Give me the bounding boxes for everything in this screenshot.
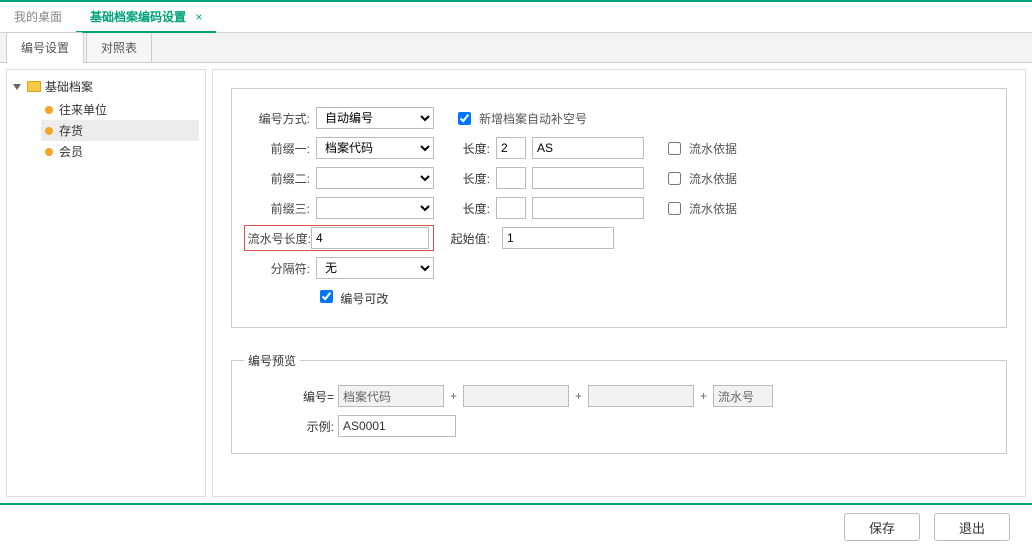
plus-icon: + bbox=[698, 389, 709, 403]
checkbox-flow-basis1[interactable]: 流水依据 bbox=[668, 140, 737, 157]
checkbox-flow-basis1-input[interactable] bbox=[668, 142, 681, 155]
row-prefix1: 前缀一: 档案代码 长度: 流水依据 bbox=[244, 133, 994, 163]
bullet-icon bbox=[45, 106, 53, 114]
checkbox-flow-basis3-input[interactable] bbox=[668, 202, 681, 215]
checkbox-flow-basis2-input[interactable] bbox=[668, 172, 681, 185]
select-prefix1[interactable]: 档案代码 bbox=[316, 137, 434, 159]
subtab-number-settings-label: 编号设置 bbox=[21, 41, 69, 55]
select-prefix2[interactable] bbox=[316, 167, 434, 189]
tree-leaf-inventory[interactable]: 存货 bbox=[41, 120, 199, 141]
preview-label-number: 编号= bbox=[244, 388, 334, 405]
app-tab-encoding-label: 基础档案编码设置 bbox=[90, 10, 186, 24]
input-length3[interactable] bbox=[496, 197, 526, 219]
checkbox-auto-fill[interactable]: 新增档案自动补空号 bbox=[458, 110, 587, 127]
sub-tab-bar: 编号设置 对照表 bbox=[0, 33, 1032, 63]
preview-legend: 编号预览 bbox=[244, 352, 300, 369]
input-length2[interactable] bbox=[496, 167, 526, 189]
main-area: 基础档案 往来单位 存货 会员 编号方式: 自动编号 bbox=[0, 63, 1032, 503]
subtab-number-settings[interactable]: 编号设置 bbox=[6, 32, 84, 62]
select-mode[interactable]: 自动编号 bbox=[316, 107, 434, 129]
chevron-down-icon bbox=[13, 84, 21, 90]
tree-root-label: 基础档案 bbox=[45, 78, 93, 95]
row-editable: 编号可改 bbox=[244, 283, 994, 313]
preview-example bbox=[338, 415, 456, 437]
preview-part3 bbox=[588, 385, 694, 407]
checkbox-flow-basis3-label: 流水依据 bbox=[689, 200, 737, 217]
input-value3[interactable] bbox=[532, 197, 644, 219]
bullet-icon bbox=[45, 127, 53, 135]
input-value2[interactable] bbox=[532, 167, 644, 189]
label-prefix3: 前缀三: bbox=[244, 200, 310, 217]
input-length1[interactable] bbox=[496, 137, 526, 159]
checkbox-editable-label: 编号可改 bbox=[340, 292, 388, 306]
label-initial-value: 起始值: bbox=[446, 230, 490, 247]
input-initial-value[interactable] bbox=[502, 227, 614, 249]
checkbox-editable-input[interactable] bbox=[320, 290, 333, 303]
input-serial-length[interactable] bbox=[311, 227, 429, 249]
checkbox-auto-fill-label: 新增档案自动补空号 bbox=[479, 110, 587, 127]
label-prefix1: 前缀一: bbox=[244, 140, 310, 157]
checkbox-editable[interactable]: 编号可改 bbox=[320, 290, 388, 307]
tree-leaf-label: 会员 bbox=[59, 143, 83, 160]
save-button[interactable]: 保存 bbox=[844, 513, 920, 541]
row-serial-length: 流水号长度: 起始值: bbox=[244, 223, 994, 253]
checkbox-flow-basis2-label: 流水依据 bbox=[689, 170, 737, 187]
preview-label-example: 示例: bbox=[244, 418, 334, 435]
exit-button[interactable]: 退出 bbox=[934, 513, 1010, 541]
row-separator: 分隔符: 无 bbox=[244, 253, 994, 283]
plus-icon: + bbox=[573, 389, 584, 403]
tree-leaf-member[interactable]: 会员 bbox=[41, 141, 199, 162]
label-serial-length: 流水号长度: bbox=[247, 230, 311, 247]
app-tab-bar: 我的桌面 基础档案编码设置 × bbox=[0, 0, 1032, 33]
number-preview: 编号预览 编号= + + + 示例: bbox=[231, 352, 1007, 454]
checkbox-flow-basis2[interactable]: 流水依据 bbox=[668, 170, 737, 187]
bullet-icon bbox=[45, 148, 53, 156]
checkbox-flow-basis1-label: 流水依据 bbox=[689, 140, 737, 157]
plus-icon: + bbox=[448, 389, 459, 403]
row-prefix2: 前缀二: 长度: 流水依据 bbox=[244, 163, 994, 193]
app-tab-encoding-settings[interactable]: 基础档案编码设置 × bbox=[76, 2, 216, 32]
app-tab-desktop-label: 我的桌面 bbox=[14, 10, 62, 24]
numbering-form: 编号方式: 自动编号 新增档案自动补空号 前缀一: 档案代码 长度: bbox=[231, 88, 1007, 328]
tree-leaf-contacts[interactable]: 往来单位 bbox=[41, 99, 199, 120]
footer-bar: 保存 退出 bbox=[0, 503, 1032, 549]
checkbox-flow-basis3[interactable]: 流水依据 bbox=[668, 200, 737, 217]
subtab-mapping-table-label: 对照表 bbox=[101, 41, 137, 55]
row-numbering-mode: 编号方式: 自动编号 新增档案自动补空号 bbox=[244, 103, 994, 133]
preview-part1 bbox=[338, 385, 444, 407]
preview-part4 bbox=[713, 385, 773, 407]
row-prefix3: 前缀三: 长度: 流水依据 bbox=[244, 193, 994, 223]
label-length1: 长度: bbox=[446, 140, 490, 157]
label-length2: 长度: bbox=[446, 170, 490, 187]
select-prefix3[interactable] bbox=[316, 197, 434, 219]
preview-part2 bbox=[463, 385, 569, 407]
preview-row-parts: 编号= + + + bbox=[244, 381, 994, 411]
folder-icon bbox=[27, 81, 41, 92]
label-prefix2: 前缀二: bbox=[244, 170, 310, 187]
label-length3: 长度: bbox=[446, 200, 490, 217]
label-separator: 分隔符: bbox=[244, 260, 310, 277]
subtab-mapping-table[interactable]: 对照表 bbox=[86, 32, 152, 62]
label-mode: 编号方式: bbox=[244, 110, 310, 127]
content-panel: 编号方式: 自动编号 新增档案自动补空号 前缀一: 档案代码 长度: bbox=[212, 69, 1026, 497]
tree-children: 往来单位 存货 会员 bbox=[41, 99, 199, 162]
app-tab-desktop[interactable]: 我的桌面 bbox=[0, 2, 76, 32]
close-icon[interactable]: × bbox=[195, 10, 202, 24]
checkbox-auto-fill-input[interactable] bbox=[458, 112, 471, 125]
tree-root[interactable]: 基础档案 bbox=[13, 78, 199, 95]
tree-panel: 基础档案 往来单位 存货 会员 bbox=[6, 69, 206, 497]
input-value1[interactable] bbox=[532, 137, 644, 159]
tree-leaf-label: 往来单位 bbox=[59, 101, 107, 118]
serial-length-highlight: 流水号长度: bbox=[244, 225, 434, 251]
preview-row-example: 示例: bbox=[244, 411, 994, 441]
tree-leaf-label: 存货 bbox=[59, 122, 83, 139]
select-separator[interactable]: 无 bbox=[316, 257, 434, 279]
